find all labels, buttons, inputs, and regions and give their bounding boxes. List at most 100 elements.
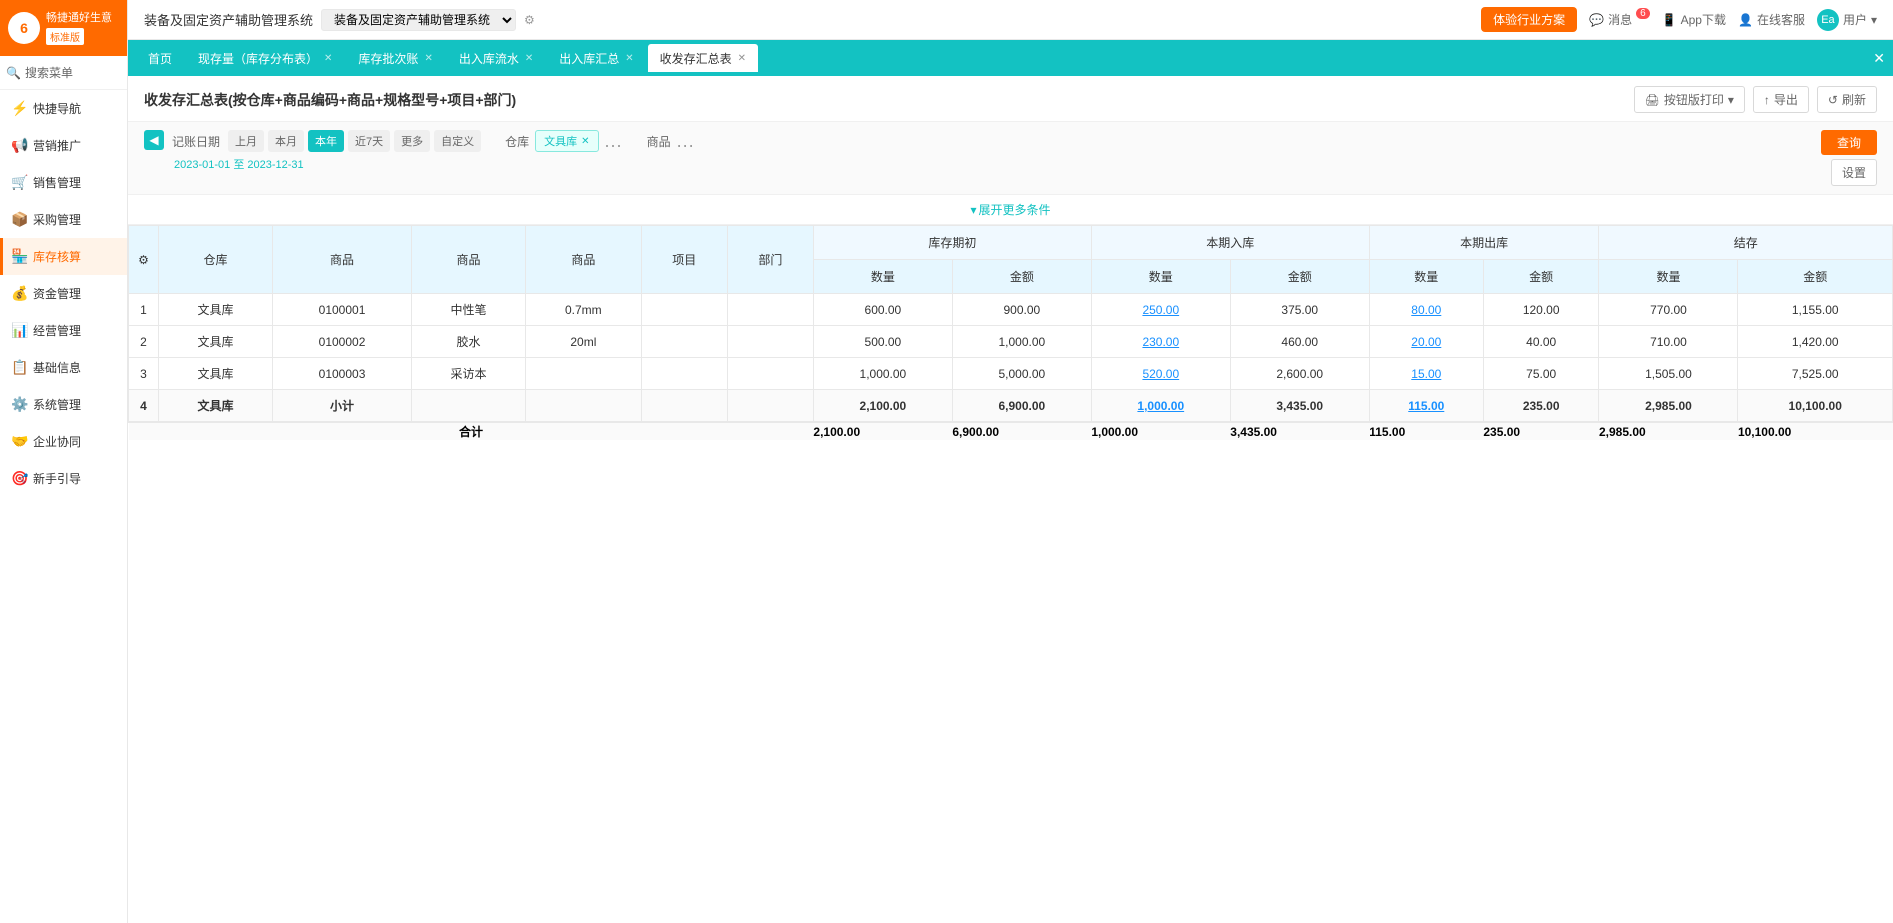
row-out-qty[interactable]: 15.00: [1369, 358, 1483, 390]
query-btn[interactable]: 查询: [1821, 130, 1877, 155]
operation-icon: 📊: [11, 322, 27, 339]
th-settings[interactable]: ⚙: [129, 226, 159, 294]
row-in-qty[interactable]: 520.00: [1091, 358, 1230, 390]
tab-inventory-dist[interactable]: 现存量（库存分布表） ✕: [186, 44, 344, 72]
close-icon[interactable]: ✕: [625, 53, 633, 64]
basic-icon: 📋: [11, 359, 27, 376]
close-tab-icon[interactable]: ✕: [1873, 50, 1885, 67]
page-header: 收发存汇总表(按仓库+商品编码+商品+规格型号+项目+部门) 🖨 按钮版打印 ▾…: [128, 76, 1893, 122]
subtotal-empty3: [641, 390, 727, 423]
subtotal-in-qty[interactable]: 1,000.00: [1091, 390, 1230, 423]
warehouse-filter: 仓库 文具库 ✕ ...: [505, 130, 622, 152]
tab-label: 出入库流水: [459, 50, 519, 67]
chevron-down-icon: ▾: [1871, 13, 1877, 27]
tab-receive-summary[interactable]: 收发存汇总表 ✕: [648, 44, 758, 72]
header-left: 装备及固定资产辅助管理系统 装备及固定资产辅助管理系统 ⚙: [144, 9, 535, 31]
tab-batch[interactable]: 库存批次账 ✕: [346, 44, 444, 72]
message-group[interactable]: 💬 消息 6: [1589, 11, 1650, 28]
date-btn-last-month[interactable]: 上月: [228, 130, 264, 152]
sidebar-item-finance[interactable]: 💰 资金管理: [0, 275, 127, 312]
date-group: 上月 本月 本年 近7天 更多 自定义: [228, 130, 481, 152]
date-btn-this-year[interactable]: 本年: [308, 130, 344, 152]
row-balance-qty: 1,505.00: [1599, 358, 1738, 390]
online-service-group[interactable]: 👤 在线客服: [1738, 11, 1805, 28]
settings-icon[interactable]: ⚙: [524, 13, 535, 27]
sidebar-item-system[interactable]: ⚙️ 系统管理: [0, 386, 127, 423]
trial-btn[interactable]: 体验行业方案: [1481, 7, 1577, 32]
export-btn[interactable]: ↑ 导出: [1753, 86, 1809, 113]
goods-more[interactable]: ...: [677, 131, 695, 152]
row-opening-amt: 900.00: [952, 294, 1091, 326]
total-in-qty: 1,000.00: [1091, 422, 1230, 440]
filter-settings-btn[interactable]: 设置: [1831, 159, 1877, 186]
row-out-amt: 75.00: [1483, 358, 1599, 390]
warehouse-more[interactable]: ...: [605, 131, 623, 152]
th-in-qty: 数量: [1091, 260, 1230, 294]
data-table: ⚙ 仓库 商品 商品 商品 项目 部门 库存期初 本期入库 本期出库 结存: [128, 225, 1893, 440]
total-row: 合计 2,100.00 6,900.00 1,000.00 3,435.00 1…: [129, 422, 1893, 440]
sidebar-item-basic[interactable]: 📋 基础信息: [0, 349, 127, 386]
sidebar-item-guide[interactable]: 🎯 新手引导: [0, 460, 127, 497]
online-service-label: 在线客服: [1757, 11, 1805, 28]
tab-flow[interactable]: 出入库流水 ✕: [447, 44, 545, 72]
header-right: 体验行业方案 💬 消息 6 📱 App下载 👤 在线客服 Ea 用户 ▾: [1481, 7, 1877, 32]
tab-summary[interactable]: 出入库汇总 ✕: [547, 44, 645, 72]
sidebar-item-sales[interactable]: 🛒 销售管理: [0, 164, 127, 201]
row-balance-amt: 1,155.00: [1738, 294, 1893, 326]
avatar: Ea: [1817, 9, 1839, 31]
close-icon[interactable]: ✕: [581, 136, 589, 147]
expand-btn[interactable]: ▾ 展开更多条件: [970, 201, 1050, 218]
refresh-btn[interactable]: ↺ 刷新: [1817, 86, 1877, 113]
sidebar-item-marketing[interactable]: 📢 营销推广: [0, 127, 127, 164]
gear-icon[interactable]: ⚙: [138, 253, 149, 267]
row-in-qty[interactable]: 250.00: [1091, 294, 1230, 326]
date-btn-more[interactable]: 更多: [394, 130, 430, 152]
date-btn-this-month[interactable]: 本月: [268, 130, 304, 152]
row-opening-qty: 1,000.00: [813, 358, 952, 390]
row-num: 3: [129, 358, 159, 390]
filter-toggle[interactable]: ◀: [144, 130, 164, 150]
date-btn-7days[interactable]: 近7天: [348, 130, 390, 152]
row-balance-amt: 7,525.00: [1738, 358, 1893, 390]
print-btn[interactable]: 🖨 按钮版打印 ▾: [1634, 86, 1745, 113]
sidebar-item-operation[interactable]: 📊 经营管理: [0, 312, 127, 349]
th-opening-amt: 金额: [952, 260, 1091, 294]
sidebar-item-purchase[interactable]: 📦 采购管理: [0, 201, 127, 238]
search-menu[interactable]: 🔍 搜索菜单: [0, 56, 127, 90]
row-out-qty[interactable]: 80.00: [1369, 294, 1483, 326]
subtotal-opening-qty: 2,100.00: [813, 390, 952, 423]
sidebar-item-inventory[interactable]: 🏪 库存核算: [0, 238, 127, 275]
message-icon: 💬: [1589, 13, 1604, 27]
sidebar-item-label: 库存核算: [33, 248, 81, 265]
sidebar-item-label: 快捷导航: [33, 100, 81, 117]
close-icon[interactable]: ✕: [525, 53, 533, 64]
tab-label: 收发存汇总表: [660, 50, 732, 67]
page-actions: 🖨 按钮版打印 ▾ ↑ 导出 ↺ 刷新: [1634, 86, 1877, 113]
filter-left: ◀ 记账日期 上月 本月 本年 近7天 更多 自定义 仓库: [144, 130, 1809, 172]
sidebar-item-label: 资金管理: [33, 285, 81, 302]
subtotal-out-qty[interactable]: 115.00: [1369, 390, 1483, 423]
warehouse-tag[interactable]: 文具库 ✕: [535, 130, 598, 152]
row-department: [727, 326, 813, 358]
close-icon[interactable]: ✕: [424, 53, 432, 64]
sidebar-item-label: 采购管理: [33, 211, 81, 228]
app-download-group[interactable]: 📱 App下载: [1662, 11, 1726, 28]
user-group[interactable]: Ea 用户 ▾: [1817, 9, 1877, 31]
sidebar-item-enterprise[interactable]: 🤝 企业协同: [0, 423, 127, 460]
date-filter-label: 记账日期: [172, 133, 220, 150]
date-range: 2023-01-01 至 2023-12-31: [174, 156, 304, 172]
th-goods-spec: 商品: [526, 226, 642, 294]
date-btn-custom[interactable]: 自定义: [434, 130, 481, 152]
total-balance-qty: 2,985.00: [1599, 422, 1738, 440]
row-in-qty[interactable]: 230.00: [1091, 326, 1230, 358]
subtotal-empty4: [727, 390, 813, 423]
system-selector[interactable]: 装备及固定资产辅助管理系统: [321, 9, 516, 31]
close-icon[interactable]: ✕: [738, 53, 746, 64]
subtotal-balance-amt: 10,100.00: [1738, 390, 1893, 423]
row-out-qty[interactable]: 20.00: [1369, 326, 1483, 358]
close-icon[interactable]: ✕: [324, 53, 332, 64]
tab-home[interactable]: 首页: [136, 44, 184, 72]
sidebar-item-quick-nav[interactable]: ⚡ 快捷导航: [0, 90, 127, 127]
row-goods-spec: [526, 358, 642, 390]
sidebar-item-label: 基础信息: [33, 359, 81, 376]
